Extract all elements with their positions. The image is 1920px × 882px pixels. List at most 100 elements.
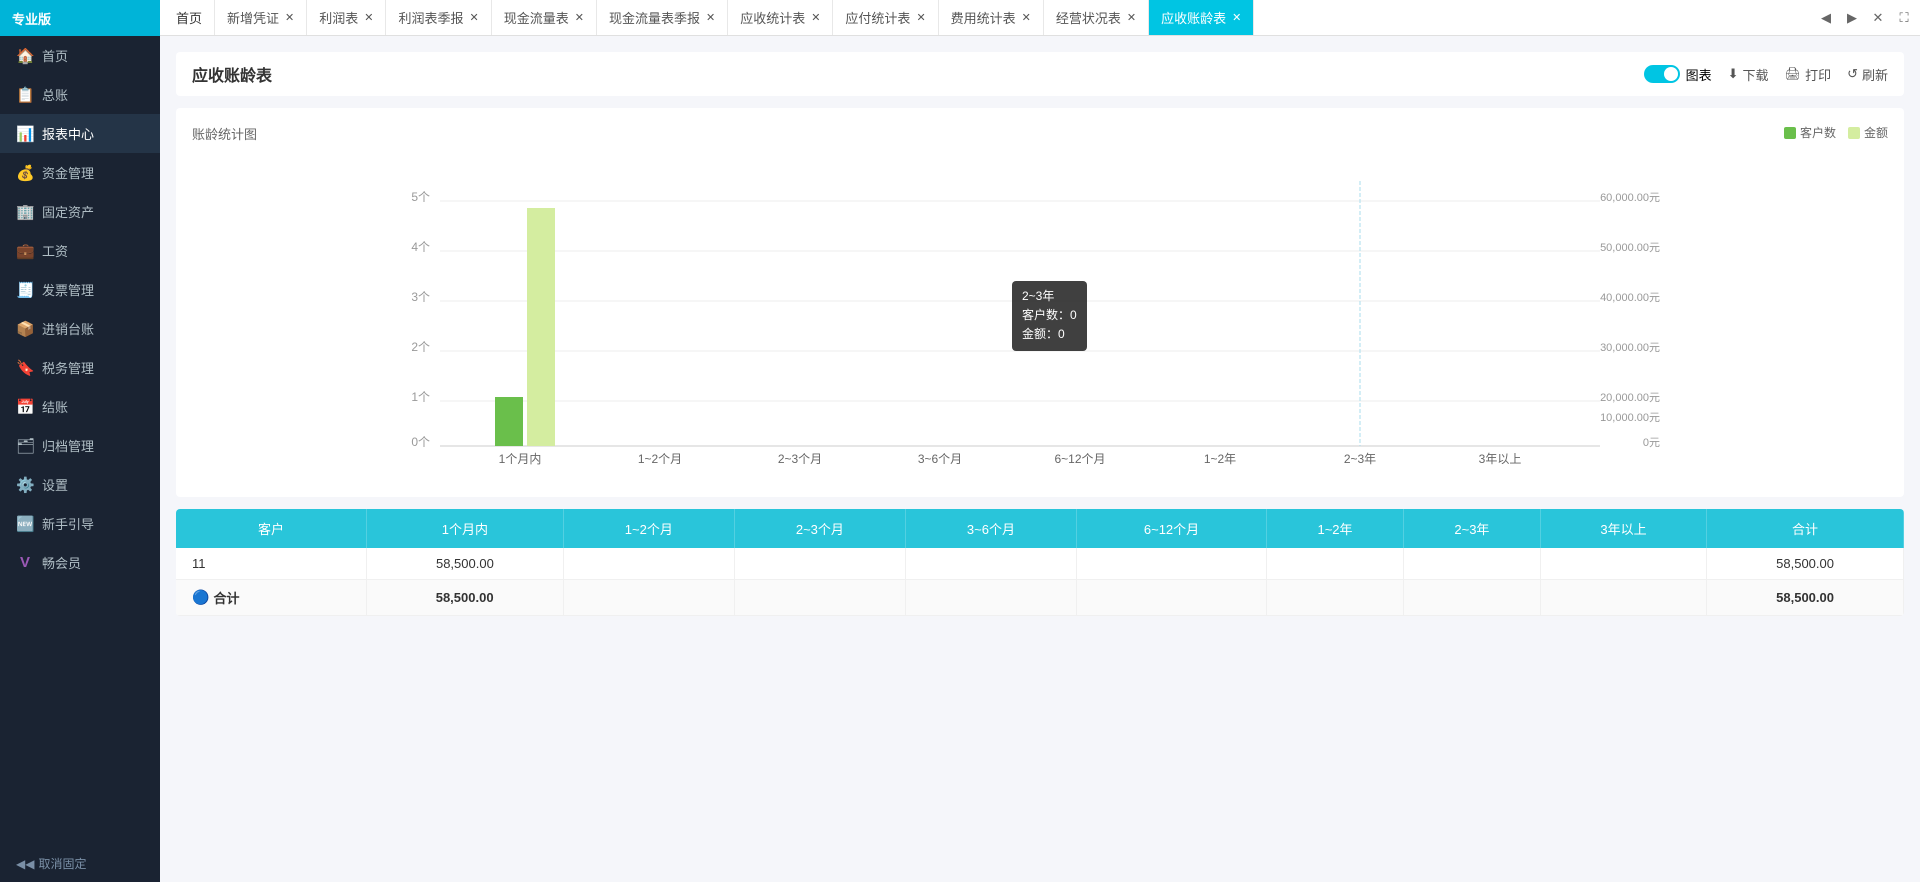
- col-m36: 3~6个月: [905, 509, 1076, 548]
- sidebar-item-close[interactable]: 📅 结账: [0, 387, 160, 426]
- tab-expense-stat-close[interactable]: ✕: [1022, 11, 1031, 24]
- bar-m1-amount: [527, 208, 555, 446]
- svg-text:5个: 5个: [411, 190, 430, 204]
- tab-expense-stat[interactable]: 费用统计表 ✕: [939, 0, 1044, 36]
- total-icon: 🔵: [192, 589, 209, 606]
- refresh-icon: ↺: [1847, 66, 1858, 82]
- chart-legend: 客户数 金额: [1784, 124, 1888, 141]
- svg-text:6~12个月: 6~12个月: [1054, 452, 1105, 466]
- total-m12: [563, 580, 734, 616]
- tab-scroll-left[interactable]: ◀: [1814, 6, 1838, 30]
- legend-customers: 客户数: [1784, 124, 1836, 141]
- download-button[interactable]: ⬇ 下载: [1728, 65, 1769, 84]
- sidebar-item-assets[interactable]: 🏢 固定资产: [0, 192, 160, 231]
- sidebar-item-reports[interactable]: 📊 报表中心: [0, 114, 160, 153]
- archive-icon: 🗂: [16, 437, 34, 455]
- chart-toggle[interactable]: [1644, 65, 1680, 83]
- col-y23: 2~3年: [1403, 509, 1540, 548]
- chart-svg: 5个 4个 3个 2个 1个 0个 60,000.00元 50,000.00元 …: [400, 151, 1680, 481]
- col-m1: 1个月内: [367, 509, 564, 548]
- tab-cashflow-quarterly[interactable]: 现金流量表季报 ✕: [597, 0, 728, 36]
- svg-text:1个月内: 1个月内: [499, 452, 542, 466]
- total-y12: [1267, 580, 1404, 616]
- legend-customers-dot: [1784, 127, 1796, 139]
- print-button[interactable]: 🖨 打印: [1785, 65, 1832, 84]
- cell-total-label: 🔵 合计: [176, 580, 367, 615]
- tab-profit-quarterly-close[interactable]: ✕: [470, 11, 479, 24]
- vip-icon: V: [16, 554, 34, 571]
- total-m36: [905, 580, 1076, 616]
- svg-text:50,000.00元: 50,000.00元: [1600, 242, 1660, 254]
- col-total: 合计: [1707, 509, 1904, 548]
- tab-receivable-stat[interactable]: 应收统计表 ✕: [728, 0, 833, 36]
- tab-voucher-close[interactable]: ✕: [285, 11, 294, 24]
- tab-payable-stat-close[interactable]: ✕: [916, 11, 925, 24]
- cell-y23: [1403, 548, 1540, 580]
- svg-text:60,000.00元: 60,000.00元: [1600, 192, 1660, 204]
- sidebar-item-settings[interactable]: ⚙️ 设置: [0, 465, 160, 504]
- svg-text:0个: 0个: [411, 435, 430, 449]
- tab-operation-close[interactable]: ✕: [1127, 11, 1136, 24]
- col-m12: 1~2个月: [563, 509, 734, 548]
- tab-close-all[interactable]: ✕: [1866, 6, 1890, 30]
- sidebar-item-ledger[interactable]: 📋 总账: [0, 75, 160, 114]
- tax-icon: 🔖: [16, 359, 34, 377]
- tab-bar: 首页 新增凭证 ✕ 利润表 ✕ 利润表季报 ✕ 现金流量表 ✕ 现金流量表季报 …: [160, 0, 1920, 36]
- total-m23: [734, 580, 905, 616]
- home-icon: 🏠: [16, 47, 34, 65]
- tab-profit[interactable]: 利润表 ✕: [307, 0, 386, 36]
- svg-text:3~6个月: 3~6个月: [918, 452, 962, 466]
- svg-text:1~2个月: 1~2个月: [638, 452, 682, 466]
- total-y3plus: [1540, 580, 1706, 616]
- chart-toggle-wrap: 图表: [1644, 65, 1712, 84]
- total-m612: [1076, 580, 1266, 616]
- sidebar-pin-toggle[interactable]: ◀◀ 取消固定: [0, 845, 160, 882]
- sidebar-item-invoice[interactable]: 🧾 发票管理: [0, 270, 160, 309]
- tab-operation[interactable]: 经营状况表 ✕: [1044, 0, 1149, 36]
- sidebar-item-funds[interactable]: 💰 资金管理: [0, 153, 160, 192]
- cell-m12: [563, 548, 734, 580]
- cell-m1: 58,500.00: [367, 548, 564, 580]
- data-table: 客户 1个月内 1~2个月 2~3个月 3~6个月 6~12个月 1~2年 2~…: [176, 509, 1904, 616]
- tab-cashflow[interactable]: 现金流量表 ✕: [492, 0, 597, 36]
- tab-profit-close[interactable]: ✕: [364, 11, 373, 24]
- total-total: 58,500.00: [1707, 580, 1904, 616]
- sidebar-item-guide[interactable]: 🆕 新手引导: [0, 504, 160, 543]
- page-header: 应收账龄表 图表 ⬇ 下载 🖨 打印 ↺ 刷新: [176, 52, 1904, 96]
- sidebar-item-salary[interactable]: 💼 工资: [0, 231, 160, 270]
- tab-home[interactable]: 首页: [164, 0, 215, 36]
- download-icon: ⬇: [1728, 66, 1739, 82]
- sales-icon: 📦: [16, 320, 34, 338]
- svg-text:3年以上: 3年以上: [1479, 452, 1522, 466]
- assets-icon: 🏢: [16, 203, 34, 221]
- sidebar-item-vip[interactable]: V 畅会员: [0, 543, 160, 582]
- tab-payable-stat[interactable]: 应付统计表 ✕: [833, 0, 938, 36]
- sidebar-item-sales[interactable]: 📦 进销台账: [0, 309, 160, 348]
- col-m23: 2~3个月: [734, 509, 905, 548]
- tab-maximize[interactable]: ⛶: [1892, 6, 1916, 30]
- chart-svg-wrap: 5个 4个 3个 2个 1个 0个 60,000.00元 50,000.00元 …: [192, 151, 1888, 481]
- tab-cashflow-close[interactable]: ✕: [575, 11, 584, 24]
- chart-container: 账龄统计图 客户数 金额 5个 4个 3个 2个 1个: [176, 108, 1904, 497]
- svg-text:1个: 1个: [411, 390, 430, 404]
- tab-voucher[interactable]: 新增凭证 ✕: [215, 0, 307, 36]
- total-y23: [1403, 580, 1540, 616]
- sidebar-item-tax[interactable]: 🔖 税务管理: [0, 348, 160, 387]
- refresh-button[interactable]: ↺ 刷新: [1847, 65, 1888, 84]
- col-y3plus: 3年以上: [1540, 509, 1706, 548]
- tab-aging-close[interactable]: ✕: [1232, 11, 1241, 24]
- svg-text:1~2年: 1~2年: [1204, 452, 1236, 466]
- header-actions: 图表 ⬇ 下载 🖨 打印 ↺ 刷新: [1644, 65, 1888, 84]
- tab-profit-quarterly[interactable]: 利润表季报 ✕: [386, 0, 491, 36]
- chart-title: 账龄统计图: [192, 124, 1888, 143]
- close-accounts-icon: 📅: [16, 398, 34, 416]
- pin-icon: ◀◀: [16, 857, 34, 871]
- sidebar-item-archive[interactable]: 🗂 归档管理: [0, 426, 160, 465]
- cell-y3plus: [1540, 548, 1706, 580]
- sidebar-item-home[interactable]: 🏠 首页: [0, 36, 160, 75]
- tab-receivable-stat-close[interactable]: ✕: [811, 11, 820, 24]
- tab-scroll-right[interactable]: ▶: [1840, 6, 1864, 30]
- tab-cashflow-quarterly-close[interactable]: ✕: [706, 11, 715, 24]
- svg-text:30,000.00元: 30,000.00元: [1600, 342, 1660, 354]
- tab-aging[interactable]: 应收账龄表 ✕: [1149, 0, 1254, 36]
